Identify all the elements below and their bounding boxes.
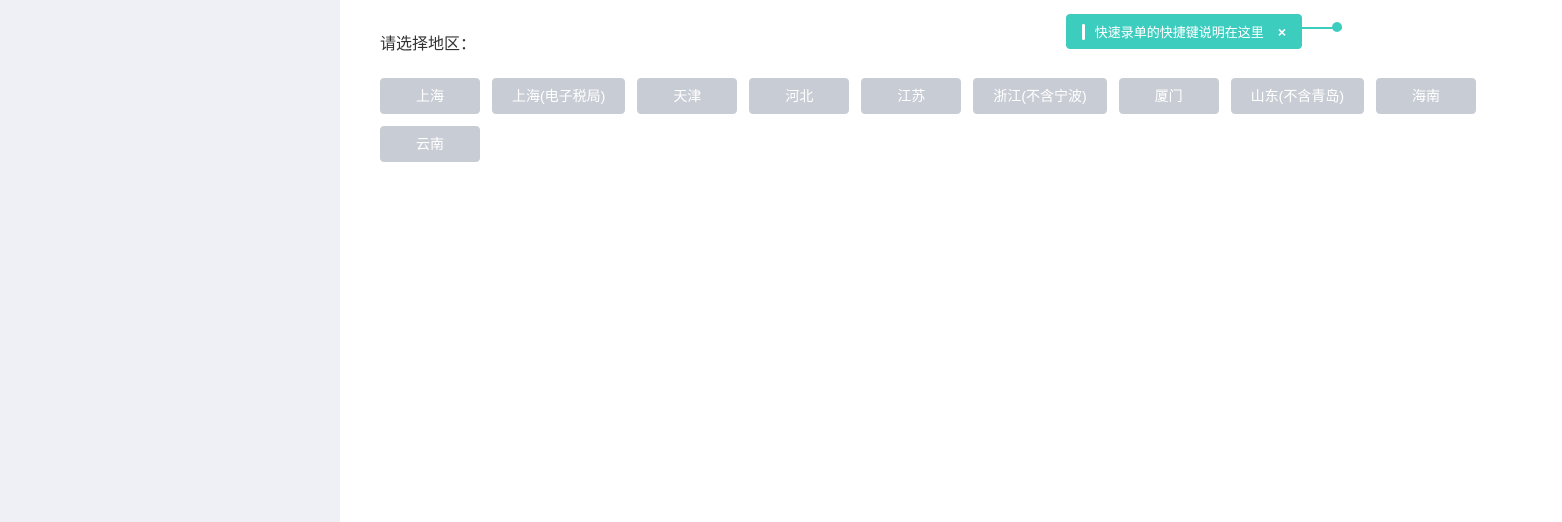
region-button-shanghai-etax[interactable]: 上海(电子税局) <box>492 78 625 114</box>
region-buttons: 上海上海(电子税局) 天津河北江苏浙江(不含宁波) 厦门山东(不含青岛) 海南云南 <box>380 78 1522 162</box>
region-button-jiangsu[interactable]: 江苏 <box>861 78 961 114</box>
region-button-hainan[interactable]: 海南 <box>1376 78 1476 114</box>
tooltip-left-bar <box>1082 24 1085 40</box>
tooltip-close-button[interactable]: × <box>1278 24 1286 40</box>
region-button-tianjin[interactable]: 天津 <box>637 78 737 114</box>
tooltip-dot <box>1332 22 1342 32</box>
main-content: 请选择地区： 上海上海(电子税局) 天津河北江苏浙江(不含宁波) 厦门山东(不含青岛… <box>340 0 1562 522</box>
page-title: 请选择地区： <box>380 30 1522 54</box>
sidebar <box>0 0 340 522</box>
region-button-shanghai[interactable]: 上海 <box>380 78 480 114</box>
region-button-hebei[interactable]: 河北 <box>749 78 849 114</box>
region-button-yunnan[interactable]: 云南 <box>380 126 480 162</box>
region-button-zhejiang[interactable]: 浙江(不含宁波) <box>973 78 1106 114</box>
tooltip-banner: 快速录单的快捷键说明在这里 × <box>1066 14 1302 49</box>
tooltip-text: 快速录单的快捷键说明在这里 <box>1095 22 1264 41</box>
region-button-shandong[interactable]: 山东(不含青岛) <box>1231 78 1364 114</box>
region-button-xiamen[interactable]: 厦门 <box>1119 78 1219 114</box>
